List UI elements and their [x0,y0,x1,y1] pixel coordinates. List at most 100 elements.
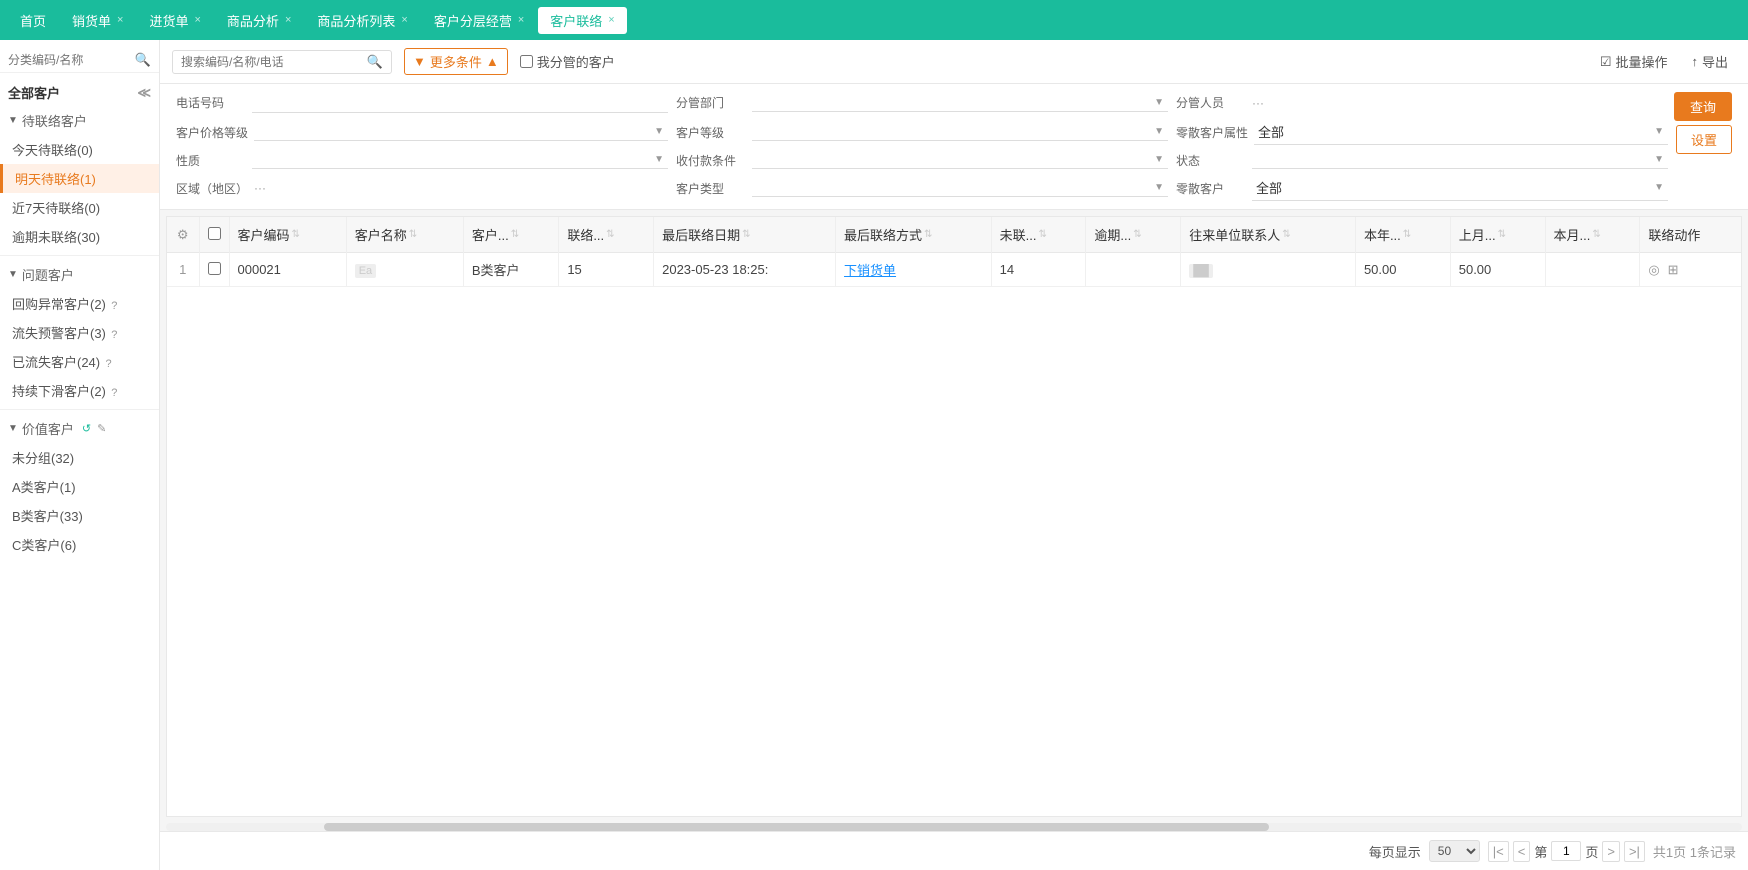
nav-customer-layered[interactable]: 客户分层经营 × [422,7,536,34]
filter-phone-input[interactable] [252,92,668,113]
nav-product-analysis[interactable]: 商品分析 × [215,7,303,34]
search-input[interactable] [181,55,367,69]
filter-price-level: 客户价格等级 ▼ [176,123,668,141]
filter-nature-select[interactable]: ▼ [252,151,668,169]
sidebar-item-abnormal[interactable]: 回购异常客户(2) ? [0,289,159,318]
all-customers-header[interactable]: 全部客户 ≪ [0,79,159,106]
nav-home[interactable]: 首页 [8,7,58,34]
batch-op-button[interactable]: ☑ 批量操作 [1592,49,1676,74]
sort-icon-contact-person[interactable]: ⇅ [1282,229,1290,240]
sidebar-search-icon[interactable]: 🔍 [135,52,151,68]
filter-status-select[interactable]: ▼ [1252,151,1668,169]
sort-icon-this-month[interactable]: ⇅ [1592,229,1600,240]
table-scrollbar[interactable] [166,823,1742,831]
my-customers-checkbox[interactable] [520,55,533,68]
action-btns: ☑ 批量操作 ↑ 导出 [1592,49,1736,74]
filter-region-dots[interactable]: ··· [254,181,266,195]
filter-dept-select[interactable]: ▼ [752,94,1168,112]
collapse-icon[interactable]: ≪ [137,85,151,101]
sidebar-item-a-class[interactable]: A类客户(1) [0,472,159,501]
next-page-btn[interactable]: > [1602,841,1620,862]
row-last-contact-method[interactable]: 下销货单 [836,253,992,287]
filter-price-level-select[interactable]: ▼ [254,123,668,141]
last-page-btn[interactable]: >| [1624,841,1645,862]
sort-icon-overdue[interactable]: ⇅ [1133,229,1141,240]
settings-button[interactable]: 设置 [1676,125,1732,154]
nav-purchase[interactable]: 进货单 × [137,7,212,34]
sort-icon-last-month[interactable]: ⇅ [1498,229,1506,240]
row-this-month [1545,253,1640,287]
th-gear[interactable]: ⚙ [167,217,199,253]
table-header-row: ⚙ 客户编码 ⇅ 客户名称 [167,217,1741,253]
prev-page-btn[interactable]: < [1513,841,1531,862]
sidebar-group-pending[interactable]: ▼ 待联络客户 [0,106,159,135]
th-actions: 联络动作 [1640,217,1741,253]
filter-retail-select[interactable]: 全部 ▼ [1252,175,1668,201]
my-customers-checkbox-wrap[interactable]: 我分管的客户 [520,52,615,71]
sidebar-item-tomorrow[interactable]: 明天待联络(1) [0,164,159,193]
sort-icon-contacts[interactable]: ⇅ [606,229,614,240]
first-page-btn[interactable]: |< [1488,841,1509,862]
sidebar-item-overdue[interactable]: 逾期未联络(30) [0,222,159,251]
select-all-checkbox[interactable] [208,227,221,240]
sidebar-item-7days[interactable]: 近7天待联络(0) [0,193,159,222]
filter-payment-select[interactable]: ▼ [752,151,1168,169]
nav-purchase-close[interactable]: × [194,14,200,26]
nav-product-list[interactable]: 商品分析列表 × [305,7,419,34]
sidebar-item-b-class[interactable]: B类客户(33) [0,501,159,530]
sidebar-search-input[interactable] [8,53,135,67]
refresh-icon[interactable]: ↺ [82,422,91,435]
filter-manager-dots[interactable]: ··· [1252,96,1264,110]
table-wrap: ⚙ 客户编码 ⇅ 客户名称 [166,216,1742,817]
sidebar-item-c-class[interactable]: C类客户(6) [0,530,159,559]
filter-customer-type-select[interactable]: ▼ [752,179,1168,197]
search-submit-icon[interactable]: 🔍 [367,54,383,70]
price-level-arrow: ▼ [654,126,664,137]
nav-customer-contact[interactable]: 客户联络 × [538,7,626,34]
filter-up-icon: ▲ [486,54,499,69]
sort-icon-code[interactable]: ⇅ [292,229,300,240]
sort-icon-date[interactable]: ⇅ [742,229,750,240]
sidebar-item-today[interactable]: 今天待联络(0) [0,135,159,164]
row-num: 1 [167,253,199,287]
query-button[interactable]: 查询 [1674,92,1732,121]
page-size-select[interactable]: 50 100 200 [1429,840,1480,862]
sort-icon-this-year[interactable]: ⇅ [1403,229,1411,240]
nav-customer-contact-close[interactable]: × [608,14,614,26]
more-filter-button[interactable]: ▼ 更多条件 ▲ [404,48,508,75]
row-name: Ea [346,253,463,287]
table-scroll-thumb[interactable] [324,823,1270,831]
filter-nature: 性质 ▼ [176,151,668,169]
sidebar-item-lost-warn[interactable]: 流失预警客户(3) ? [0,318,159,347]
filter-customer-level-select[interactable]: ▼ [752,123,1168,141]
nav-product-analysis-close[interactable]: × [285,14,291,26]
sidebar-group-problem[interactable]: ▼ 问题客户 [0,260,159,289]
page-input[interactable] [1551,841,1581,861]
th-name: 客户名称 ⇅ [346,217,463,253]
sidebar-group-value[interactable]: ▼ 价值客户 ↺ ✎ [0,414,159,443]
filter-retail: 零散客户 全部 ▼ [1176,175,1668,201]
row-checkbox-cell[interactable] [199,253,229,287]
row-last-month: 50.00 [1450,253,1545,287]
filter-manager: 分管人员 ··· [1176,94,1668,111]
sort-icon-name[interactable]: ⇅ [409,229,417,240]
sort-icon-uncontacted[interactable]: ⇅ [1038,229,1046,240]
filter-retail-attr-select[interactable]: 全部 ▼ [1254,119,1668,145]
action-grid-icon[interactable]: ⊞ [1668,262,1679,278]
search-input-wrap: 🔍 [172,50,392,74]
sort-icon-type[interactable]: ⇅ [511,229,519,240]
export-button[interactable]: ↑ 导出 [1683,49,1736,74]
th-this-year: 本年... ⇅ [1355,217,1450,253]
row-checkbox[interactable] [208,262,221,275]
nav-product-list-close[interactable]: × [401,14,407,26]
nav-customer-layered-close[interactable]: × [518,14,524,26]
edit-icon[interactable]: ✎ [97,422,106,435]
sidebar-item-lost[interactable]: 已流失客户(24) ? [0,347,159,376]
nav-sales[interactable]: 销货单 × [60,7,135,34]
th-checkbox[interactable] [199,217,229,253]
nav-sales-close[interactable]: × [117,14,123,26]
sort-icon-method[interactable]: ⇅ [924,229,932,240]
action-call-icon[interactable]: ◎ [1648,262,1659,278]
sidebar-item-ungrouped[interactable]: 未分组(32) [0,443,159,472]
sidebar-item-declining[interactable]: 持续下滑客户(2) ? [0,376,159,405]
